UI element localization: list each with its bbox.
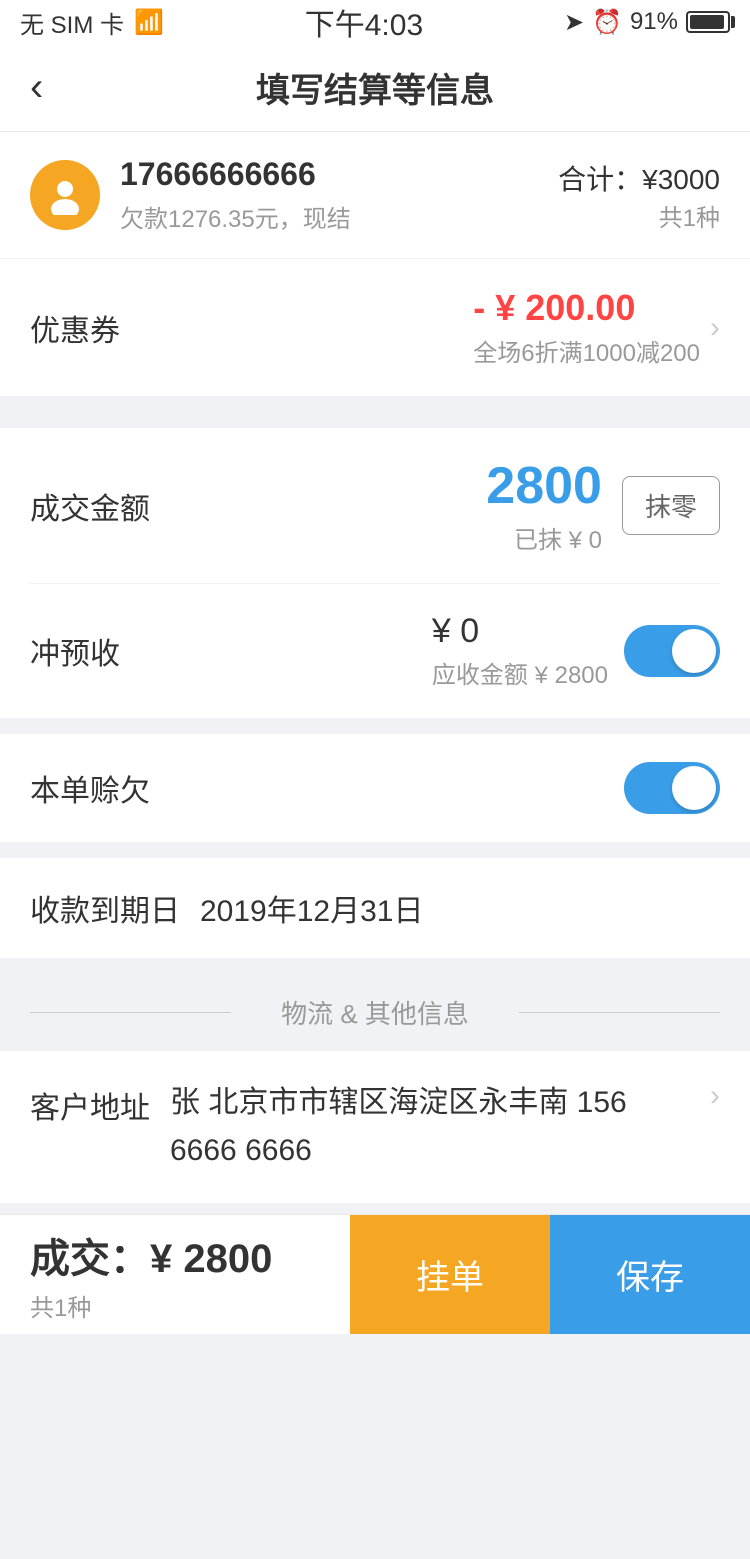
customer-info-card: 17666666666 欠款1276.35元，现结 合计：¥3000 共1种 xyxy=(0,132,750,259)
amount-right: 2800 已抹 ¥ 0 抹零 xyxy=(486,456,720,555)
page-title: 填写结算等信息 xyxy=(256,63,494,112)
section-divider-2 xyxy=(0,718,750,734)
duedate-row: 收款到期日 2019年12月31日 xyxy=(30,886,720,930)
time-display: 下午4:03 xyxy=(305,0,423,44)
address-section[interactable]: 客户地址 张 北京市市辖区海淀区永丰南 156 6666 6666 › xyxy=(0,1051,750,1203)
customer-total: 合计：¥3000 共1种 xyxy=(558,158,720,233)
prepayment-label: 冲预收 xyxy=(30,629,120,673)
coupon-label: 优惠券 xyxy=(30,306,120,350)
status-right: ➤ ⏰ 91% xyxy=(564,8,730,37)
hold-button[interactable]: 挂单 xyxy=(350,1215,550,1334)
customer-left: 17666666666 欠款1276.35元，现结 xyxy=(30,156,351,234)
back-button[interactable]: ‹ xyxy=(30,65,90,110)
duedate-value: 2019年12月31日 xyxy=(200,886,423,930)
battery-icon xyxy=(686,11,730,33)
nav-bar: ‹ 填写结算等信息 xyxy=(0,44,750,132)
prepayment-sub: 应收金额 ¥ 2800 xyxy=(432,655,608,690)
coupon-row[interactable]: 优惠券 - ¥ 200.00 全场6折满1000减200 › xyxy=(0,259,750,396)
coupon-description: 全场6折满1000减200 xyxy=(473,333,700,368)
bottom-total: 成交：¥ 2800 xyxy=(30,1226,320,1284)
total-label-text: 合计： xyxy=(558,164,642,195)
coupon-discount: - ¥ 200.00 xyxy=(473,287,700,329)
bottom-summary-label: 成交： xyxy=(30,1237,150,1281)
coupon-right: - ¥ 200.00 全场6折满1000减200 › xyxy=(473,287,720,368)
bottom-buttons: 挂单 保存 xyxy=(350,1215,750,1334)
duedate-section: 收款到期日 2019年12月31日 xyxy=(0,858,750,958)
bottom-summary: 成交：¥ 2800 共1种 xyxy=(0,1226,350,1323)
bottom-bar: 成交：¥ 2800 共1种 挂单 保存 xyxy=(0,1214,750,1334)
content-area: 17666666666 欠款1276.35元，现结 合计：¥3000 共1种 优… xyxy=(0,132,750,1559)
duedate-label: 收款到期日 xyxy=(30,886,180,930)
prepayment-amount: ¥ 0 xyxy=(432,612,608,651)
credit-section: 本单赊欠 xyxy=(0,734,750,842)
wifi-icon: 📶 xyxy=(134,8,164,37)
logistics-divider-text: 物流 & 其他信息 xyxy=(281,994,469,1031)
prepayment-toggle[interactable] xyxy=(624,625,720,677)
credit-label: 本单赊欠 xyxy=(30,766,150,810)
amount-sub-text: 已抹 ¥ 0 xyxy=(486,520,602,555)
credit-toggle-thumb xyxy=(672,766,716,810)
total-amount-text: ¥3000 xyxy=(642,164,720,195)
customer-debt: 欠款1276.35元，现结 xyxy=(120,199,351,234)
alarm-icon: ⏰ xyxy=(592,8,622,37)
avatar xyxy=(30,160,100,230)
customer-details: 17666666666 欠款1276.35元，现结 xyxy=(120,156,351,234)
total-label: 合计：¥3000 xyxy=(558,158,720,198)
coupon-chevron-icon: › xyxy=(710,311,720,345)
total-count: 共1种 xyxy=(558,198,720,233)
status-left: 无 SIM 卡 📶 xyxy=(20,5,164,40)
section-divider-1 xyxy=(0,412,750,428)
address-label: 客户地址 xyxy=(30,1079,150,1127)
amount-label: 成交金额 xyxy=(30,484,150,528)
bottom-count: 共1种 xyxy=(30,1288,320,1323)
status-bar: 无 SIM 卡 📶 下午4:03 ➤ ⏰ 91% xyxy=(0,0,750,44)
prepayment-right: ¥ 0 应收金额 ¥ 2800 xyxy=(432,612,720,690)
bottom-summary-amount: ¥ 2800 xyxy=(150,1237,272,1281)
divider-line-left xyxy=(30,1012,231,1013)
round-down-button[interactable]: 抹零 xyxy=(622,476,720,535)
carrier-text: 无 SIM 卡 xyxy=(20,5,124,40)
amount-value: 2800 xyxy=(486,456,602,516)
battery-percent: 91% xyxy=(630,8,678,36)
credit-toggle[interactable] xyxy=(624,762,720,814)
prepayment-row: 冲预收 ¥ 0 应收金额 ¥ 2800 xyxy=(30,584,720,718)
address-content: 张 北京市市辖区海淀区永丰南 156 6666 6666 xyxy=(170,1079,690,1175)
logistics-divider: 物流 & 其他信息 xyxy=(0,974,750,1051)
address-chevron-icon: › xyxy=(710,1079,720,1113)
save-button[interactable]: 保存 xyxy=(550,1215,750,1334)
location-icon: ➤ xyxy=(564,8,584,37)
divider-line-right xyxy=(519,1012,720,1013)
customer-phone: 17666666666 xyxy=(120,156,351,193)
toggle-thumb xyxy=(672,629,716,673)
amount-row: 成交金额 2800 已抹 ¥ 0 抹零 xyxy=(30,428,720,584)
amount-section: 成交金额 2800 已抹 ¥ 0 抹零 冲预收 ¥ 0 应收金额 ¥ 2800 xyxy=(0,428,750,718)
